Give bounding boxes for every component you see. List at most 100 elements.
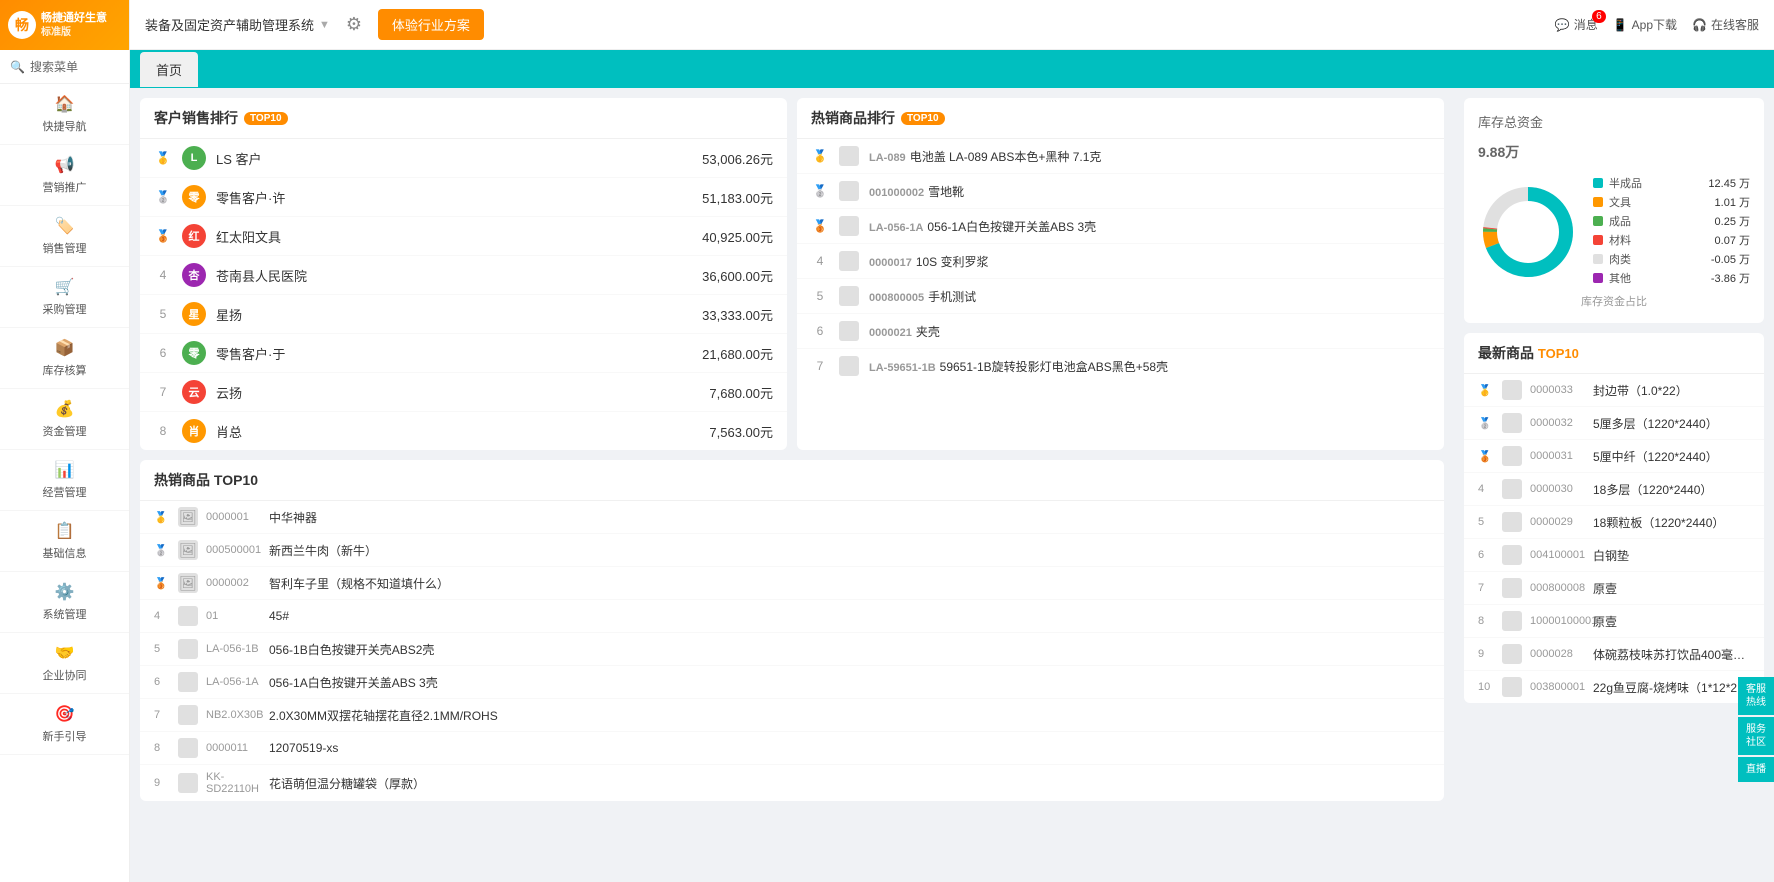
list-item: 8 10000100001 原壹 xyxy=(1464,605,1764,638)
selling-products-badge: TOP10 xyxy=(901,112,945,125)
topbar: 装备及固定资产辅助管理系统 ▼ ⚙ 体验行业方案 💬 消息 6 📱 App下载 … xyxy=(130,0,1774,50)
legend-value: 1.01 万 xyxy=(1715,194,1750,210)
rank-num: 🥉 xyxy=(811,219,829,233)
product-code: 003800001 xyxy=(1530,681,1585,693)
sidebar-item-basic-info[interactable]: 📋基础信息 xyxy=(0,511,129,572)
product-code: 0000031 xyxy=(1530,450,1585,462)
sidebar-item-enterprise[interactable]: 🤝企业协同 xyxy=(0,633,129,694)
rank-num: 8 xyxy=(154,742,170,754)
legend-value: -3.86 万 xyxy=(1711,270,1750,286)
customer-amount: 40,925.00元 xyxy=(702,227,773,246)
product-name: 45# xyxy=(269,609,1430,623)
customer-name: 红太阳文具 xyxy=(216,227,692,246)
customer-name: 苍南县人民医院 xyxy=(216,266,692,285)
list-item: 4 01 45# xyxy=(140,600,1444,633)
product-img: 🖼 xyxy=(178,507,198,527)
product-code: 0000001 xyxy=(206,511,261,523)
rank-num: 4 xyxy=(811,254,829,268)
rank-num: 7 xyxy=(1478,582,1494,594)
legend-value: -0.05 万 xyxy=(1711,251,1750,267)
new-products-header: 最新商品 TOP10 xyxy=(1464,333,1764,374)
product-code: 0000030 xyxy=(1530,483,1585,495)
product-name: 中华神器 xyxy=(269,509,1430,526)
sidebar-item-purchase[interactable]: 🛒采购管理 xyxy=(0,267,129,328)
rank-num: 5 xyxy=(811,289,829,303)
sidebar-item-marketing[interactable]: 📢营销推广 xyxy=(0,145,129,206)
rank-num: 9 xyxy=(1478,648,1494,660)
rank-num: 🥇 xyxy=(811,149,829,163)
rank-num: 6 xyxy=(154,346,172,360)
experience-btn[interactable]: 体验行业方案 xyxy=(378,9,484,40)
sidebar-search[interactable]: 🔍 搜索菜单 xyxy=(0,50,129,84)
tab-home[interactable]: 首页 xyxy=(140,52,198,87)
message-icon: 💬 xyxy=(1555,18,1570,32)
float-cs-item-0[interactable]: 客服热线 xyxy=(1738,677,1774,715)
legend-label: 肉类 xyxy=(1609,251,1705,267)
hot-products-panel: 热销商品 TOP10 🥇 🖼 0000001 中华神器 🥈 🖼 00050000… xyxy=(140,460,1444,801)
float-cs-item-1[interactable]: 服务社区 xyxy=(1738,717,1774,755)
list-item: 🥉 🖼 0000002 智利车子里（规格不知道填什么） xyxy=(140,567,1444,600)
list-item: 6 004100001 白钢垫 xyxy=(1464,539,1764,572)
product-img: 🖼 xyxy=(178,540,198,560)
rank-num: 🥉 xyxy=(154,577,170,590)
legend-label: 材料 xyxy=(1609,232,1709,248)
sidebar-item-system[interactable]: ⚙️系统管理 xyxy=(0,572,129,633)
customer-amount: 36,600.00元 xyxy=(702,266,773,285)
legend-item: 成品 0.25 万 xyxy=(1593,213,1750,229)
sidebar-item-quick-nav[interactable]: 🏠快捷导航 xyxy=(0,84,129,145)
sidebar-item-operations[interactable]: 📊经营管理 xyxy=(0,450,129,511)
rank-num: 10 xyxy=(1478,681,1494,693)
system-icon: ⚙️ xyxy=(55,582,75,602)
legend-label: 成品 xyxy=(1609,213,1709,229)
rank-num: 4 xyxy=(154,268,172,282)
product-img xyxy=(1502,479,1522,499)
search-icon: 🔍 xyxy=(10,60,25,74)
online-service-btn[interactable]: 🎧 在线客服 xyxy=(1692,16,1759,33)
product-code: 000500001 xyxy=(206,544,261,556)
product-code: 0000033 xyxy=(1530,384,1585,396)
customer-name: LS 客户 xyxy=(216,149,692,168)
product-img xyxy=(839,356,859,376)
customer-name: 云扬 xyxy=(216,383,699,402)
sidebar-item-guide[interactable]: 🎯新手引导 xyxy=(0,694,129,755)
product-img xyxy=(178,738,198,758)
product-code: KK-SD22110H xyxy=(206,771,261,795)
product-img xyxy=(839,181,859,201)
sidebar-item-finance[interactable]: 💰资金管理 xyxy=(0,389,129,450)
product-img xyxy=(839,216,859,236)
product-name: 花语萌但温分糖罐袋（厚款） xyxy=(269,775,1430,792)
product-img xyxy=(1502,446,1522,466)
product-name: 000800005手机测试 xyxy=(869,288,1430,305)
topbar-title: 装备及固定资产辅助管理系统 xyxy=(145,15,314,34)
legend-value: 0.07 万 xyxy=(1715,232,1750,248)
list-item: 7 NB2.0X30B 2.0X30MM双摆花轴摆花直径2.1MM/ROHS xyxy=(140,699,1444,732)
product-name: 5厘中纤（1220*2440） xyxy=(1593,448,1750,465)
product-name: 5厘多层（1220*2440） xyxy=(1593,415,1750,432)
customer-avatar: 肖 xyxy=(182,419,206,443)
settings-icon[interactable]: ⚙ xyxy=(340,11,368,39)
sidebar-item-inventory[interactable]: 📦库存核算 xyxy=(0,328,129,389)
app-download-btn[interactable]: 📱 App下载 xyxy=(1613,16,1677,33)
table-row: 8 肖 肖总 7,563.00元 xyxy=(140,412,787,450)
product-name: 000001710S 变利罗浆 xyxy=(869,253,1430,270)
rank-num: 🥈 xyxy=(154,190,172,204)
product-name: 12070519-xs xyxy=(269,741,1430,755)
rank-num: 5 xyxy=(154,643,170,655)
product-name: 18多层（1220*2440） xyxy=(1593,481,1750,498)
table-row: 🥈 001000002雪地靴 xyxy=(797,174,1444,209)
sidebar-item-sales[interactable]: 🏷️销售管理 xyxy=(0,206,129,267)
sidebar-item-label-marketing: 营销推广 xyxy=(43,179,87,195)
product-code: LA-056-1B xyxy=(206,643,261,655)
system-title-dropdown[interactable]: 装备及固定资产辅助管理系统 ▼ xyxy=(145,15,330,34)
legend-color xyxy=(1593,197,1603,207)
messages-btn[interactable]: 💬 消息 6 xyxy=(1555,16,1598,33)
customer-ranking-badge: TOP10 xyxy=(244,112,288,125)
product-img xyxy=(1502,644,1522,664)
product-img xyxy=(839,321,859,341)
float-cs-item-2[interactable]: 直播 xyxy=(1738,757,1774,782)
list-item: 7 000800008 原壹 xyxy=(1464,572,1764,605)
customer-amount: 7,563.00元 xyxy=(709,422,773,441)
product-code: 0000002 xyxy=(206,577,261,589)
table-row: 7 LA-59651-1B59651-1B旋转投影灯电池盒ABS黑色+58壳 xyxy=(797,349,1444,383)
rank-num: 7 xyxy=(154,709,170,721)
